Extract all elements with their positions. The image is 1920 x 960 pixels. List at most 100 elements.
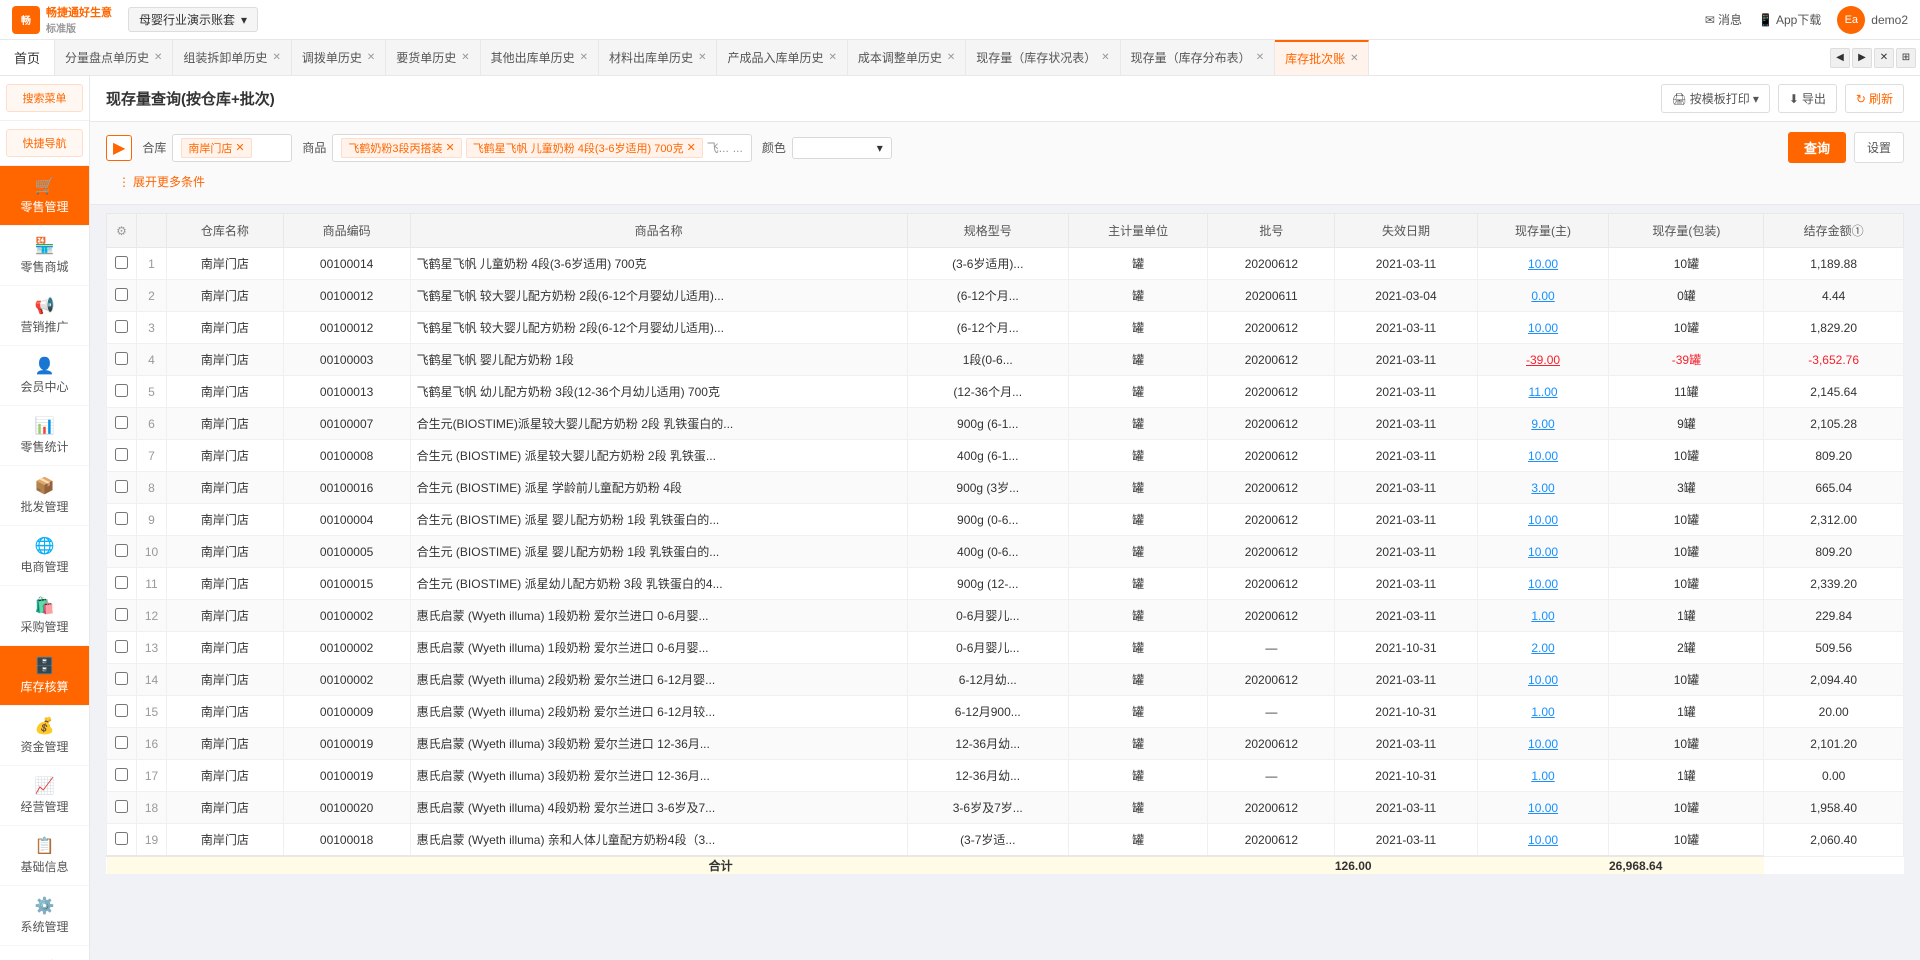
cell-checkbox[interactable] [107,344,137,376]
cell-checkbox[interactable] [107,536,137,568]
row-checkbox-16[interactable] [115,768,128,781]
cell-checkbox[interactable] [107,280,137,312]
sidebar-item-purchase[interactable]: 🛍️ 采购管理 [0,586,89,646]
cell-qty-main-18[interactable]: 10.00 [1477,824,1609,857]
tab-close-6[interactable]: ✕ [828,52,836,63]
tab-yaohuo[interactable]: 要货单历史 ✕ [386,40,480,75]
tab-arrow-close[interactable]: ✕ [1874,48,1894,68]
cell-qty-main-1[interactable]: 0.00 [1477,280,1609,312]
row-checkbox-15[interactable] [115,736,128,749]
sidebar-item-retailstats[interactable]: 📊 零售统计 [0,406,89,466]
cell-checkbox[interactable] [107,792,137,824]
row-checkbox-3[interactable] [115,352,128,365]
tab-qitachuku[interactable]: 其他出库单历史 ✕ [481,40,599,75]
cell-qty-main-14[interactable]: 1.00 [1477,696,1609,728]
row-checkbox-14[interactable] [115,704,128,717]
row-checkbox-0[interactable] [115,256,128,269]
row-checkbox-18[interactable] [115,832,128,845]
tab-arrow-right[interactable]: ▶ [1852,48,1872,68]
row-checkbox-17[interactable] [115,800,128,813]
cell-checkbox[interactable] [107,632,137,664]
tab-close-5[interactable]: ✕ [698,52,706,63]
tab-cailiao[interactable]: 材料出库单历史 ✕ [599,40,717,75]
tab-close-3[interactable]: ✕ [461,52,469,63]
cell-qty-main-2[interactable]: 10.00 [1477,312,1609,344]
row-checkbox-11[interactable] [115,608,128,621]
row-checkbox-8[interactable] [115,512,128,525]
cell-checkbox[interactable] [107,664,137,696]
cell-qty-main-6[interactable]: 10.00 [1477,440,1609,472]
cell-checkbox[interactable] [107,728,137,760]
row-checkbox-13[interactable] [115,672,128,685]
sidebar-item-retail[interactable]: 🛒 零售管理 [0,166,89,226]
cell-qty-main-15[interactable]: 10.00 [1477,728,1609,760]
row-checkbox-1[interactable] [115,288,128,301]
sidebar-item-finance[interactable]: 💰 资金管理 [0,706,89,766]
row-checkbox-12[interactable] [115,640,128,653]
tab-chanchengpin[interactable]: 产成品入库单历史 ✕ [717,40,847,75]
tab-kucun-pici[interactable]: 库存批次账 ✕ [1275,40,1369,75]
cell-qty-main-4[interactable]: 11.00 [1477,376,1609,408]
row-checkbox-9[interactable] [115,544,128,557]
sidebar-item-retailshop[interactable]: 🏪 零售商城 [0,226,89,286]
sidebar-item-baseinfo[interactable]: 📋 基础信息 [0,826,89,886]
sidebar-item-ecommerce[interactable]: 🌐 电商管理 [0,526,89,586]
tab-chengbentiaoz[interactable]: 成本调整单历史 ✕ [848,40,966,75]
search-menu-btn[interactable]: 搜索菜单 [6,84,83,112]
cell-qty-main-13[interactable]: 10.00 [1477,664,1609,696]
row-checkbox-7[interactable] [115,480,128,493]
export-btn[interactable]: ⬇ 导出 [1778,84,1837,113]
row-checkbox-5[interactable] [115,416,128,429]
cell-checkbox[interactable] [107,408,137,440]
tab-close-4[interactable]: ✕ [580,52,588,63]
tab-close-0[interactable]: ✕ [154,52,162,63]
tab-close-2[interactable]: ✕ [367,52,375,63]
account-dropdown[interactable]: 母婴行业演示账套 ▾ [128,7,258,32]
product-tag-2-close[interactable]: ✕ [687,141,696,154]
sidebar-item-bizmanage[interactable]: 📈 经营管理 [0,766,89,826]
settings-gear-icon[interactable]: ⚙ [116,224,127,238]
cell-checkbox[interactable] [107,248,137,280]
cell-checkbox[interactable] [107,504,137,536]
cell-qty-main-11[interactable]: 1.00 [1477,600,1609,632]
row-checkbox-6[interactable] [115,448,128,461]
tab-close-8[interactable]: ✕ [1101,52,1109,63]
tab-xiancunliang2[interactable]: 现存量（库存分布表） ✕ [1121,40,1275,75]
template-print-btn[interactable]: 🖨 按模板打印 ▾ [1661,84,1770,113]
cell-qty-main-8[interactable]: 10.00 [1477,504,1609,536]
cell-qty-main-3[interactable]: -39.00 [1477,344,1609,376]
cell-qty-main-12[interactable]: 2.00 [1477,632,1609,664]
cell-qty-main-10[interactable]: 10.00 [1477,568,1609,600]
quick-nav-btn[interactable]: 快捷导航 [6,129,83,157]
sidebar-item-system[interactable]: ⚙️ 系统管理 [0,886,89,946]
color-select[interactable]: ▾ [792,137,892,159]
tab-zuzhangchai[interactable]: 组装拆卸单历史 ✕ [173,40,291,75]
sidebar-item-wholesale[interactable]: 📦 批发管理 [0,466,89,526]
tab-diaoboddan[interactable]: 调拨单历史 ✕ [292,40,386,75]
cell-checkbox[interactable] [107,600,137,632]
settings-btn[interactable]: 设置 [1854,132,1904,163]
tab-arrow-left[interactable]: ◀ [1830,48,1850,68]
product-tag-1-close[interactable]: ✕ [445,141,454,154]
cell-checkbox[interactable] [107,568,137,600]
sidebar-item-member[interactable]: 👤 会员中心 [0,346,89,406]
product-tag-group[interactable]: 飞鹤奶粉3段丙搭装 ✕ 飞鹤星飞帆 儿童奶粉 4段(3-6岁适用) 700克 ✕… [332,134,751,162]
sidebar-item-collab[interactable]: 🤝 企业协同 [0,946,89,960]
sidebar-item-inventory[interactable]: 🗄️ 库存核算 [0,646,89,706]
warehouse-tag-group[interactable]: 南岸门店 ✕ [172,134,292,162]
cell-checkbox[interactable] [107,440,137,472]
cell-checkbox[interactable] [107,312,137,344]
cell-qty-main-0[interactable]: 10.00 [1477,248,1609,280]
tab-fenliangpan[interactable]: 分量盘点单历史 ✕ [55,40,173,75]
row-checkbox-2[interactable] [115,320,128,333]
cell-checkbox[interactable] [107,760,137,792]
tab-xiancunliang1[interactable]: 现存量（库存状况表） ✕ [966,40,1120,75]
expand-more-btn[interactable]: ⋮ 展开更多条件 [106,169,1904,194]
cell-checkbox[interactable] [107,376,137,408]
app-download-btn[interactable]: 📱 App下载 [1758,11,1821,28]
tab-close-7[interactable]: ✕ [947,52,955,63]
cell-qty-main-16[interactable]: 1.00 [1477,760,1609,792]
tab-close-10[interactable]: ✕ [1350,53,1358,64]
refresh-btn[interactable]: ↻ 刷新 [1845,84,1904,113]
message-btn[interactable]: ✉ 消息 [1705,11,1742,28]
